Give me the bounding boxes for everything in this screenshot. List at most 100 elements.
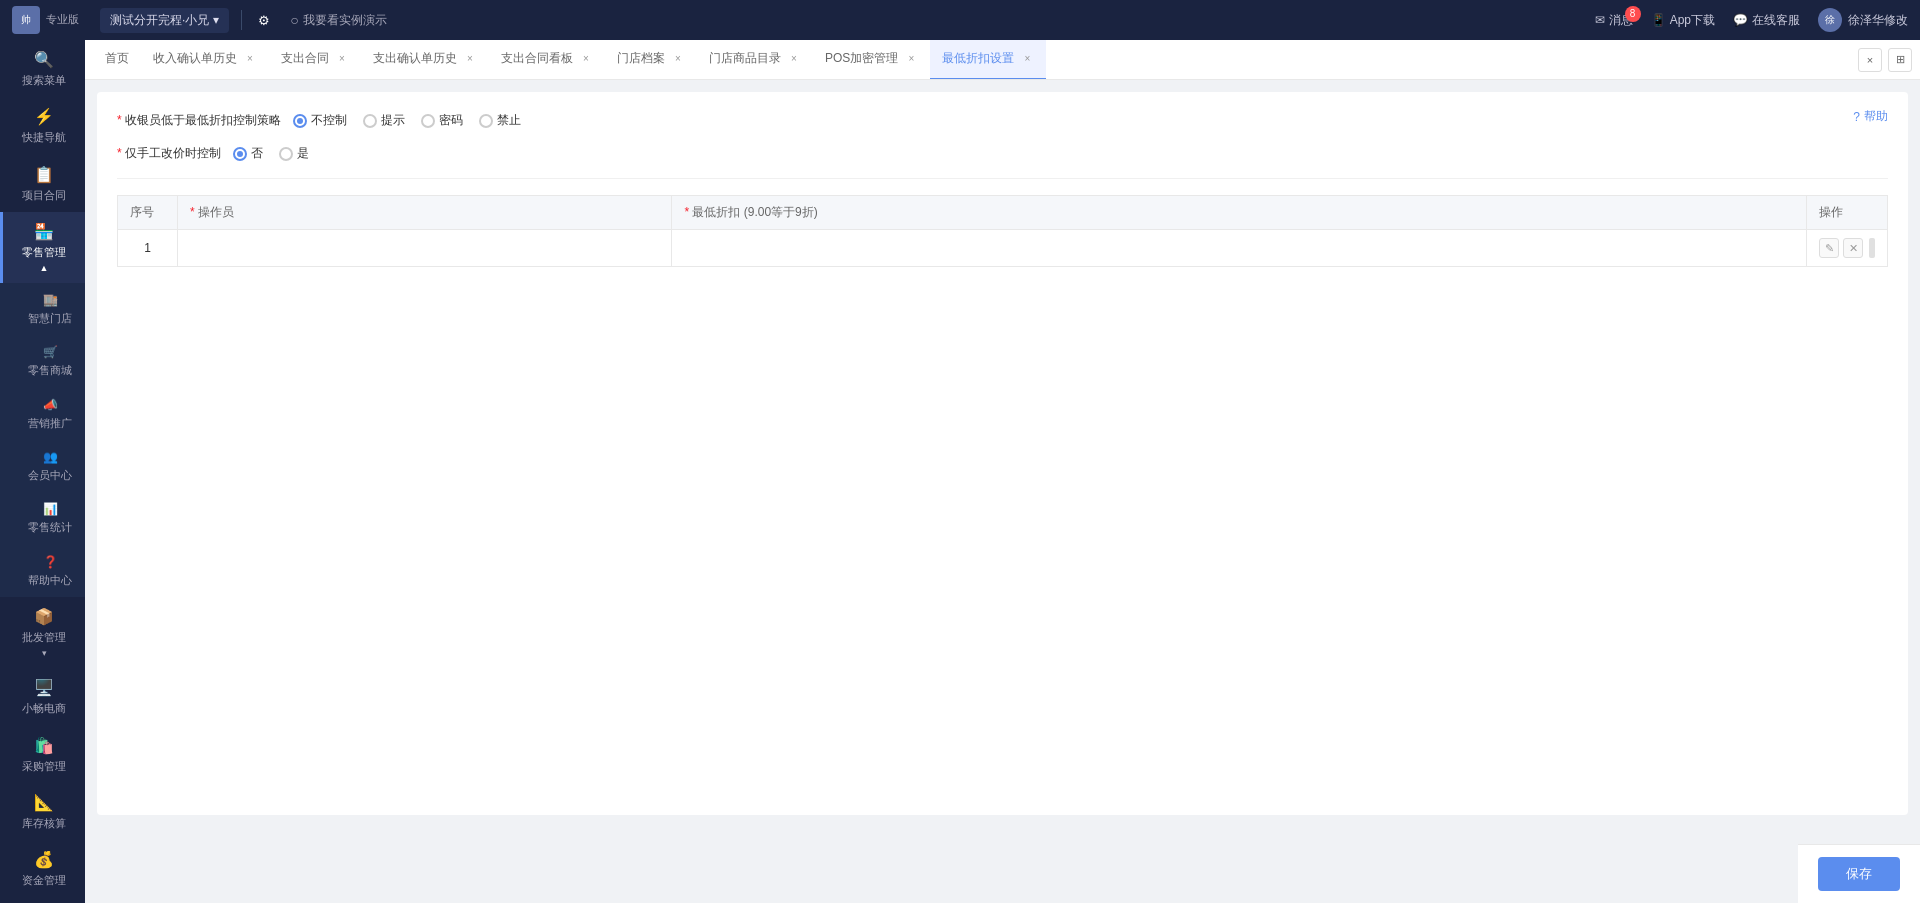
messages-btn[interactable]: ✉ 消息 8 — [1595, 12, 1633, 29]
project-selector[interactable]: 测试分开完程·小兄 ▾ — [100, 8, 229, 33]
lightning-icon: ⚡ — [34, 107, 54, 126]
th-action: 操作 — [1807, 196, 1888, 230]
service-icon: 💬 — [1733, 13, 1748, 27]
sidebar-item-label: 智慧门店 — [28, 311, 72, 325]
logo-area: 帅 专业版 — [12, 6, 92, 34]
th-min-discount: * 最低折扣 (9.00等于9折) — [672, 196, 1807, 230]
tab-close-payment-contract-board[interactable]: × — [579, 52, 593, 66]
online-service-btn[interactable]: 💬 在线客服 — [1733, 12, 1800, 29]
sidebar-item-retail-mgmt[interactable]: 🏪 零售管理 ▲ — [0, 212, 85, 283]
delete-row-btn[interactable]: ✕ — [1843, 238, 1863, 258]
monitor-icon: 🖥️ — [34, 678, 54, 697]
divider — [241, 10, 242, 30]
messages-badge: 8 — [1625, 6, 1641, 22]
user-menu-btn[interactable]: 徐 徐泽华修改 — [1818, 8, 1908, 32]
sidebar-item-marketing[interactable]: 📣 营销推广 — [0, 388, 85, 440]
tab-bar-actions: × ⊞ — [1858, 48, 1912, 72]
sidebar-item-purchase[interactable]: 🛍️ 采购管理 — [0, 726, 85, 783]
store-icon: 🏪 — [34, 222, 54, 241]
discount-table: 序号 * 操作员 * 最低折扣 (9.00等于9折) 操作 — [117, 195, 1888, 267]
tab-store-archive[interactable]: 门店档案 × — [605, 40, 697, 80]
cell-action: ✎ ✕ — [1807, 230, 1888, 267]
cell-operator — [178, 230, 672, 267]
tab-close-pos-password[interactable]: × — [904, 52, 918, 66]
table-header-row: 序号 * 操作员 * 最低折扣 (9.00等于9折) 操作 — [118, 196, 1888, 230]
sidebar-item-retail-stats[interactable]: 📊 零售统计 — [0, 492, 85, 544]
sidebar-item-member[interactable]: 👥 会员中心 — [0, 440, 85, 492]
tab-close-store-goods-catalog[interactable]: × — [787, 52, 801, 66]
chevron-down-icon: ▾ — [42, 648, 47, 658]
sidebar-item-label: 采购管理 — [22, 759, 66, 773]
radio-manual-no[interactable]: 否 — [233, 145, 263, 162]
save-button[interactable]: 保存 — [1818, 857, 1900, 891]
tab-close-store-archive[interactable]: × — [671, 52, 685, 66]
radio-manual-yes[interactable]: 是 — [279, 145, 309, 162]
sidebar-item-search[interactable]: 🔍 搜索菜单 — [0, 40, 85, 97]
radio-prompt[interactable]: 提示 — [363, 112, 405, 129]
tab-close-payment-confirm-history[interactable]: × — [463, 52, 477, 66]
help-link[interactable]: ? 帮助 — [1853, 108, 1888, 125]
content-area: 首页 收入确认单历史 × 支出合同 × 支出确认单历史 × 支出合同看板 × 门… — [85, 40, 1920, 903]
edit-row-btn[interactable]: ✎ — [1819, 238, 1839, 258]
main-layout: 🔍 搜索菜单 ⚡ 快捷导航 📋 项目合同 🏪 零售管理 ▲ 🏬 智慧门店 🛒 零… — [0, 40, 1920, 903]
radio-icon-manual-no — [233, 147, 247, 161]
download-icon: 📱 — [1651, 13, 1666, 27]
tab-close-payment-contract[interactable]: × — [335, 52, 349, 66]
tab-payment-confirm-history[interactable]: 支出确认单历史 × — [361, 40, 489, 80]
tab-payment-contract-board[interactable]: 支出合同看板 × — [489, 40, 605, 80]
cashier-policy-radio-group: 不控制 提示 密码 禁 — [293, 112, 521, 129]
building-icon: 🏬 — [43, 293, 58, 307]
radio-icon-no-control — [293, 114, 307, 128]
form-section: * 收银员低于最低折扣控制策略 不控制 提示 — [117, 112, 1888, 179]
radio-icon-manual-yes — [279, 147, 293, 161]
clipboard-icon: 📋 — [34, 165, 54, 184]
required-star-2: * — [117, 146, 122, 160]
sidebar-item-online-store[interactable]: 🛒 零售商城 — [0, 335, 85, 387]
sidebar-item-smart-store[interactable]: 🏬 智慧门店 — [0, 283, 85, 335]
question-icon: ❓ — [43, 555, 58, 569]
cell-min-discount — [672, 230, 1807, 267]
radio-forbid[interactable]: 禁止 — [479, 112, 521, 129]
sidebar-item-help[interactable]: ❓ 帮助中心 — [0, 545, 85, 597]
sidebar-item-project-contract[interactable]: 📋 项目合同 — [0, 155, 85, 212]
tab-home[interactable]: 首页 — [93, 40, 141, 80]
shopping-icon: 🛍️ — [34, 736, 54, 755]
megaphone-icon: 📣 — [43, 398, 58, 412]
top-header: 帅 专业版 测试分开完程·小兄 ▾ ⚙ ○ 我要看实例演示 ✉ 消息 8 📱 A… — [0, 0, 1920, 40]
sidebar-item-label: 零售统计 — [28, 520, 72, 534]
sidebar-item-ledger[interactable]: 📒 总账管理 — [0, 897, 85, 903]
tab-payment-contract[interactable]: 支出合同 × — [269, 40, 361, 80]
tab-menu-btn[interactable]: ⊞ — [1888, 48, 1912, 72]
drag-handle[interactable] — [1869, 238, 1875, 258]
tab-store-goods-catalog[interactable]: 门店商品目录 × — [697, 40, 813, 80]
close-tab-btn[interactable]: × — [1858, 48, 1882, 72]
cashier-policy-row: * 收银员低于最低折扣控制策略 不控制 提示 — [117, 112, 1888, 129]
demo-link[interactable]: ○ 我要看实例演示 — [290, 12, 386, 29]
sidebar-item-shortcuts[interactable]: ⚡ 快捷导航 — [0, 97, 85, 154]
sidebar-item-finance[interactable]: 💰 资金管理 — [0, 840, 85, 897]
sidebar: 🔍 搜索菜单 ⚡ 快捷导航 📋 项目合同 🏪 零售管理 ▲ 🏬 智慧门店 🛒 零… — [0, 40, 85, 903]
page-content: ? 帮助 * 收银员低于最低折扣控制策略 不控制 — [85, 80, 1920, 903]
action-btns: ✎ ✕ — [1819, 238, 1875, 258]
tab-income-history[interactable]: 收入确认单历史 × — [141, 40, 269, 80]
radio-no-control[interactable]: 不控制 — [293, 112, 347, 129]
tab-pos-password[interactable]: POS加密管理 × — [813, 40, 930, 80]
tab-close-min-discount[interactable]: × — [1020, 52, 1034, 66]
page-card: ? 帮助 * 收银员低于最低折扣控制策略 不控制 — [97, 92, 1908, 815]
sidebar-item-ecommerce[interactable]: 🖥️ 小畅电商 — [0, 668, 85, 725]
manual-price-row: * 仅手工改价时控制 否 是 — [117, 145, 1888, 162]
sidebar-item-inventory[interactable]: 📐 库存核算 — [0, 783, 85, 840]
sidebar-item-wholesale-mgmt[interactable]: 📦 批发管理 ▾ — [0, 597, 85, 668]
header-right: ✉ 消息 8 📱 App下载 💬 在线客服 徐 徐泽华修改 — [1595, 8, 1908, 32]
save-bar: 保存 — [1798, 844, 1920, 903]
tab-close-income-history[interactable]: × — [243, 52, 257, 66]
search-icon: 🔍 — [34, 50, 54, 69]
app-download-btn[interactable]: 📱 App下载 — [1651, 12, 1715, 29]
settings-icon[interactable]: ⚙ — [254, 10, 274, 30]
chevron-down-icon: ▲ — [40, 263, 49, 273]
radio-icon-prompt — [363, 114, 377, 128]
sidebar-item-label: 项目合同 — [22, 188, 66, 202]
radio-password[interactable]: 密码 — [421, 112, 463, 129]
tab-min-discount[interactable]: 最低折扣设置 × — [930, 40, 1046, 80]
tab-bar: 首页 收入确认单历史 × 支出合同 × 支出确认单历史 × 支出合同看板 × 门… — [85, 40, 1920, 80]
